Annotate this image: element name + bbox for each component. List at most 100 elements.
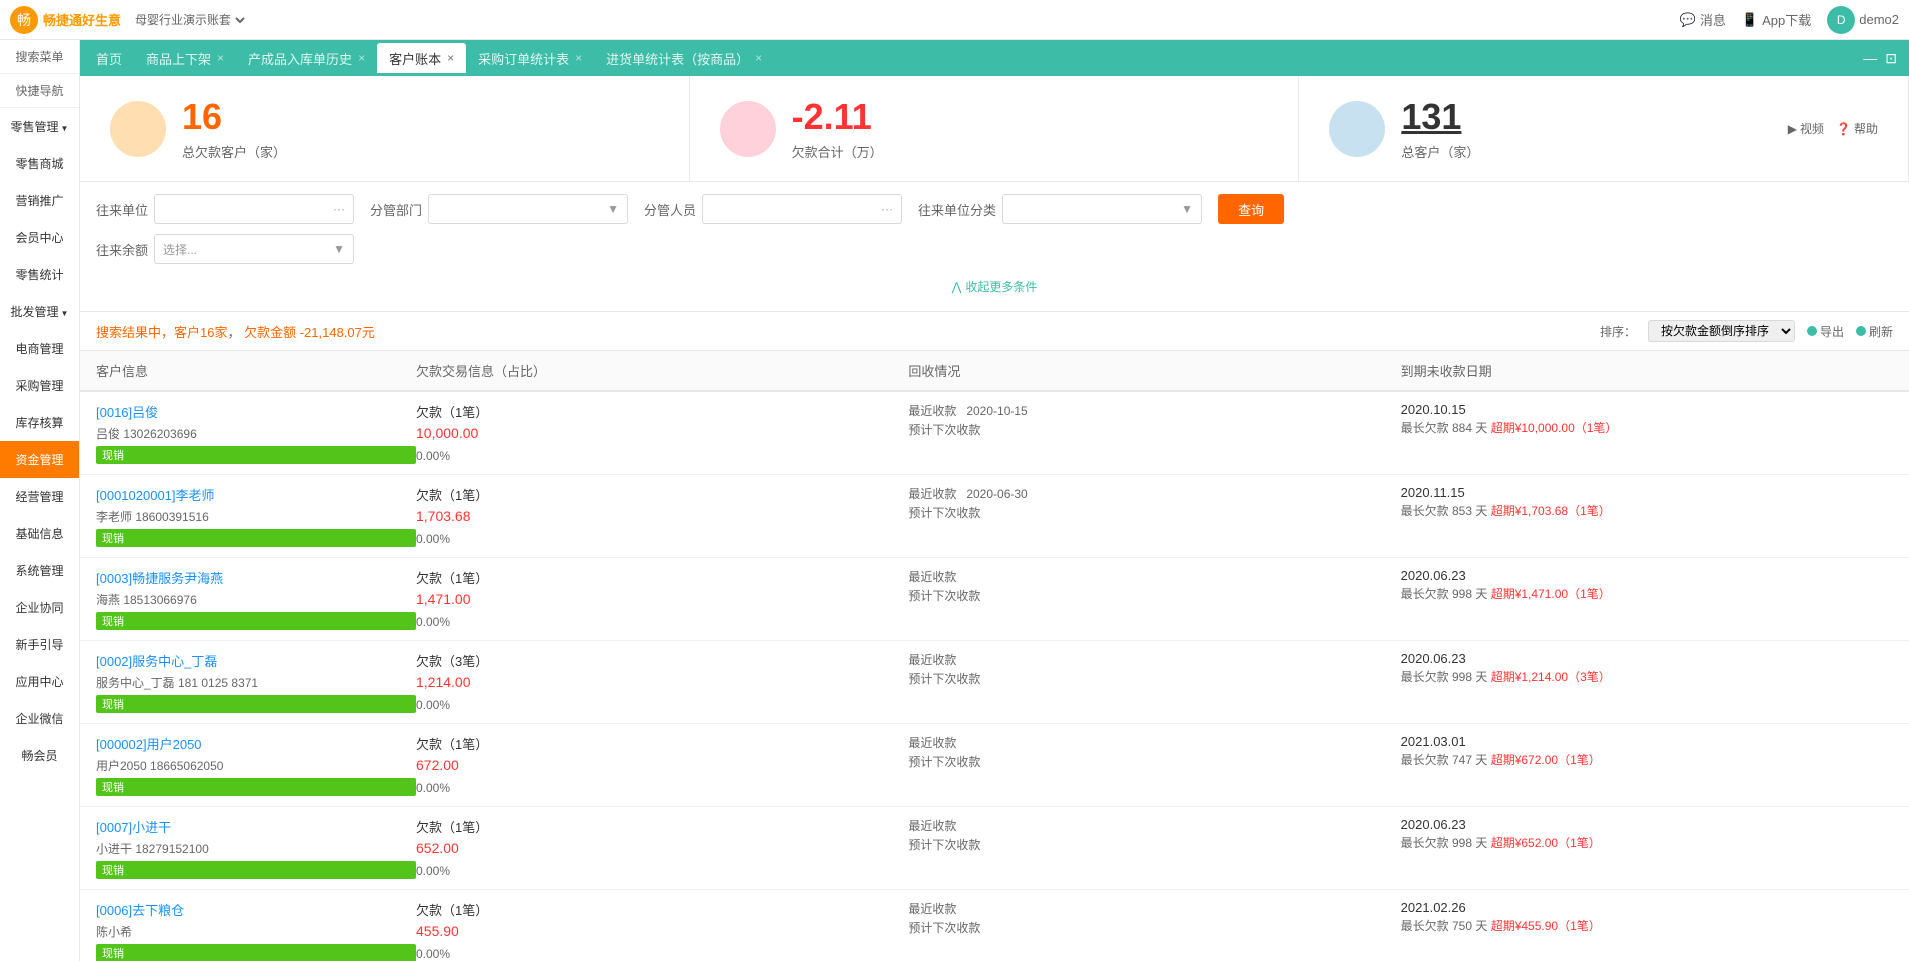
sidebar-item-basic-info[interactable]: 基础信息 bbox=[0, 515, 79, 552]
overdue-days: 最长欠款 884 天 超期¥10,000.00（1笔） bbox=[1401, 419, 1893, 436]
debt-info: 欠款（1笔） 455.90 0.00% bbox=[416, 900, 908, 961]
overdue-link[interactable]: 超期¥1,471.00（1笔） bbox=[1491, 587, 1611, 601]
summary-value-2: -2.11 bbox=[792, 96, 883, 138]
search-button[interactable]: 查询 bbox=[1218, 194, 1284, 224]
tab-home[interactable]: 首页 bbox=[84, 43, 134, 73]
table-row: [0006]去下粮仓 陈小希 现销 欠款（1笔） 455.90 0.00% 最近… bbox=[80, 890, 1909, 961]
tab-products-history[interactable]: 产成品入库单历史 × bbox=[236, 43, 377, 73]
sidebar-item-enterprise[interactable]: 企业协同 bbox=[0, 589, 79, 626]
sidebar-item-retail-mall[interactable]: 零售商城 bbox=[0, 145, 79, 182]
app-download-action[interactable]: 📱 App下载 bbox=[1742, 10, 1811, 29]
customer-name[interactable]: [0016]吕俊 bbox=[96, 402, 416, 421]
debt-amount[interactable]: 672.00 bbox=[416, 757, 908, 773]
sort-select[interactable]: 按欠款金额倒序排序 bbox=[1648, 320, 1795, 342]
recovery-info: 最近收款 2020-10-15 预计下次收款 bbox=[908, 402, 1400, 438]
filter-unit-category: 往来单位分类 ▼ bbox=[918, 194, 1202, 224]
unit-category-select[interactable]: ▼ bbox=[1002, 194, 1202, 224]
customer-name[interactable]: [0002]服务中心_丁磊 bbox=[96, 651, 416, 670]
customer-info: [0006]去下粮仓 陈小希 现销 bbox=[96, 900, 416, 961]
video-action[interactable]: ▶ 视频 bbox=[1788, 120, 1824, 137]
sidebar-item-retail-mgmt[interactable]: 零售管理 bbox=[0, 108, 79, 145]
tab-products-status[interactable]: 商品上下架 × bbox=[134, 43, 236, 73]
balance-arrow: ▼ bbox=[333, 242, 345, 256]
sidebar-item-wechat[interactable]: 企业微信 bbox=[0, 700, 79, 737]
overdue-link[interactable]: 超期¥1,214.00（3笔） bbox=[1491, 670, 1611, 684]
sidebar-item-ecommerce[interactable]: 电商管理 bbox=[0, 330, 79, 367]
results-amount: 欠款金额 -21,148.07元 bbox=[244, 325, 375, 340]
sidebar-item-vip[interactable]: 畅会员 bbox=[0, 737, 79, 774]
debt-info: 欠款（1笔） 1,703.68 0.00% bbox=[416, 485, 908, 546]
overdue-days: 最长欠款 853 天 超期¥1,703.68（1笔） bbox=[1401, 502, 1893, 519]
message-action[interactable]: 💬 消息 bbox=[1680, 10, 1726, 29]
logo-area: 畅 畅捷通好生意 bbox=[10, 6, 121, 34]
customer-name[interactable]: [0007]小进干 bbox=[96, 817, 416, 836]
sidebar-item-member[interactable]: 会员中心 bbox=[0, 219, 79, 256]
overdue-link[interactable]: 超期¥455.90（1笔） bbox=[1491, 919, 1601, 933]
tab-purchase-orders-close[interactable]: × bbox=[575, 51, 582, 65]
dept-select[interactable]: ▼ bbox=[428, 194, 628, 224]
overdue-link[interactable]: 超期¥1,703.68（1笔） bbox=[1491, 504, 1611, 518]
tab-products-status-close[interactable]: × bbox=[217, 51, 224, 65]
debt-amount[interactable]: 10,000.00 bbox=[416, 425, 908, 441]
recovery-label: 最近收款 bbox=[908, 568, 1400, 585]
customer-name[interactable]: [000002]用户2050 bbox=[96, 734, 416, 753]
filter-source-unit: 往来单位 ··· bbox=[96, 194, 354, 224]
sidebar-item-guide[interactable]: 新手引导 bbox=[0, 626, 79, 663]
minimize-icon[interactable]: — bbox=[1863, 50, 1877, 66]
debt-info: 欠款（1笔） 652.00 0.00% bbox=[416, 817, 908, 878]
tab-purchase-orders[interactable]: 采购订单统计表 × bbox=[466, 43, 594, 73]
customer-name[interactable]: [0006]去下粮仓 bbox=[96, 900, 416, 919]
overdue-link[interactable]: 超期¥10,000.00（1笔） bbox=[1491, 421, 1618, 435]
tab-products-status-label: 商品上下架 bbox=[146, 49, 211, 68]
sidebar-item-finance[interactable]: 资金管理 bbox=[0, 441, 79, 478]
sidebar-item-system[interactable]: 系统管理 bbox=[0, 552, 79, 589]
overdue-info: 2020.06.23 最长欠款 998 天 超期¥1,471.00（1笔） bbox=[1401, 568, 1893, 602]
sidebar-item-batch-mgmt[interactable]: 批发管理 bbox=[0, 293, 79, 330]
tab-purchase-stats[interactable]: 进货单统计表（按商品） × bbox=[594, 43, 774, 73]
tab-customer-account[interactable]: 客户账本 × bbox=[377, 43, 466, 73]
results-summary: 搜索结果中，客户16家 bbox=[96, 325, 227, 340]
debt-amount[interactable]: 652.00 bbox=[416, 840, 908, 856]
customer-info: [0003]畅捷服务尹海燕 海燕 18513066976 现销 bbox=[96, 568, 416, 630]
export-button[interactable]: 导出 bbox=[1807, 323, 1844, 340]
refresh-button[interactable]: 刷新 bbox=[1856, 323, 1893, 340]
tab-customer-account-close[interactable]: × bbox=[447, 51, 454, 65]
debt-ratio: 0.00% bbox=[416, 781, 908, 795]
recovery-label: 最近收款 bbox=[908, 651, 1400, 668]
customer-info: [0001020001]李老师 李老师 18600391516 现销 bbox=[96, 485, 416, 547]
user-action[interactable]: D demo2 bbox=[1827, 6, 1899, 34]
sidebar-search[interactable]: 搜索菜单 bbox=[0, 40, 79, 74]
customer-phone: 海燕 18513066976 bbox=[96, 591, 416, 608]
sidebar-item-purchase[interactable]: 采购管理 bbox=[0, 367, 79, 404]
debt-ratio: 0.00% bbox=[416, 532, 908, 546]
maximize-icon[interactable]: ⊡ bbox=[1885, 50, 1897, 67]
customer-info: [0016]吕俊 吕俊 13026203696 现销 bbox=[96, 402, 416, 464]
customer-name[interactable]: [0003]畅捷服务尹海燕 bbox=[96, 568, 416, 587]
debt-amount[interactable]: 1,471.00 bbox=[416, 591, 908, 607]
person-input[interactable]: ··· bbox=[702, 194, 902, 224]
debt-count: 欠款（1笔） bbox=[416, 485, 908, 504]
tab-products-history-close[interactable]: × bbox=[358, 51, 365, 65]
tab-purchase-stats-close[interactable]: × bbox=[755, 51, 762, 65]
sidebar-item-apps[interactable]: 应用中心 bbox=[0, 663, 79, 700]
debt-amount[interactable]: 1,703.68 bbox=[416, 508, 908, 524]
sidebar-item-marketing[interactable]: 营销推广 bbox=[0, 182, 79, 219]
source-unit-input[interactable]: ··· bbox=[154, 194, 354, 224]
overdue-link[interactable]: 超期¥672.00（1笔） bbox=[1491, 753, 1601, 767]
overdue-link[interactable]: 超期¥652.00（1笔） bbox=[1491, 836, 1601, 850]
industry-select[interactable]: 母婴行业演示账套 bbox=[131, 12, 248, 28]
balance-label: 往来余额 bbox=[96, 240, 148, 259]
sidebar-quick-nav[interactable]: 快捷导航 bbox=[0, 74, 79, 108]
recovery-next: 预计下次收款 bbox=[908, 421, 1400, 438]
debt-amount[interactable]: 1,214.00 bbox=[416, 674, 908, 690]
customer-name[interactable]: [0001020001]李老师 bbox=[96, 485, 416, 504]
sidebar-item-operations[interactable]: 经营管理 bbox=[0, 478, 79, 515]
sidebar-item-inventory[interactable]: 库存核算 bbox=[0, 404, 79, 441]
balance-select[interactable]: 选择... ▼ bbox=[154, 234, 354, 264]
debt-amount[interactable]: 455.90 bbox=[416, 923, 908, 939]
refresh-label: 刷新 bbox=[1869, 323, 1893, 340]
summary-value-1: 16 bbox=[182, 96, 286, 138]
sidebar-item-retail-stats[interactable]: 零售统计 bbox=[0, 256, 79, 293]
help-action[interactable]: ❓ 帮助 bbox=[1836, 120, 1878, 137]
filter-collapse[interactable]: ⋀ 收起更多条件 bbox=[96, 274, 1893, 299]
